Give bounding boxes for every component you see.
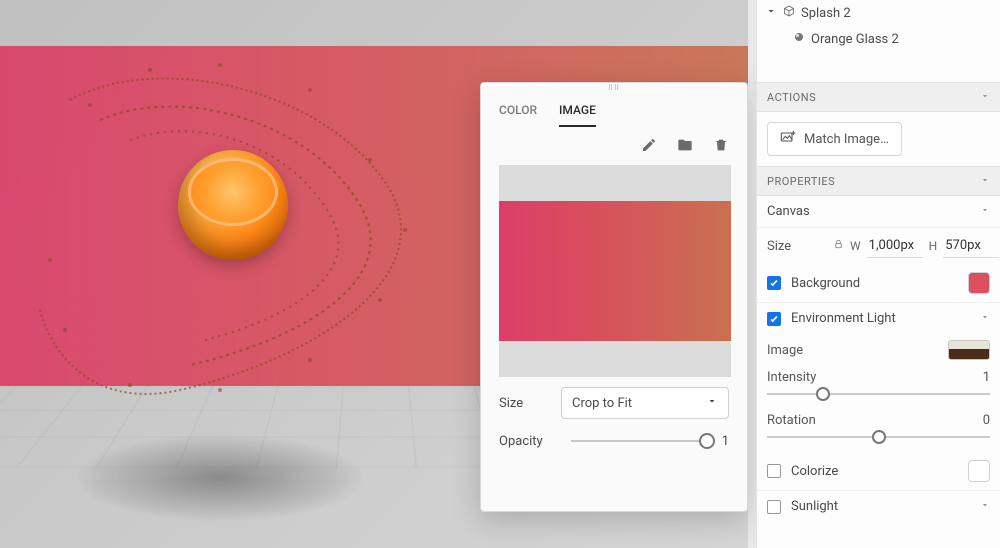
background-image-popover: ⠿⠿ COLOR IMAGE Size Crop to Fit Opacity	[480, 82, 748, 512]
rotation-slider-thumb[interactable]	[872, 430, 886, 444]
properties-section-header[interactable]: PROPERTIES	[757, 166, 1000, 196]
env-light-checkbox[interactable]	[767, 312, 781, 326]
lock-icon[interactable]	[833, 238, 844, 254]
section-title: ACTIONS	[767, 91, 816, 104]
popover-size-label: Size	[499, 396, 561, 411]
canvas-section-title[interactable]: Canvas	[757, 196, 1000, 228]
colorize-checkbox[interactable]	[767, 464, 781, 478]
intensity-label: Intensity	[767, 370, 816, 385]
size-select-value: Crop to Fit	[572, 396, 632, 411]
sunlight-checkbox[interactable]	[767, 500, 781, 514]
tree-item-label: Splash 2	[801, 6, 851, 21]
chevron-down-icon	[980, 311, 990, 326]
rotation-label: Rotation	[767, 413, 816, 428]
rotation-value: 0	[983, 413, 990, 428]
section-title: PROPERTIES	[767, 175, 835, 188]
edit-icon[interactable]	[641, 137, 657, 157]
opacity-slider[interactable]	[571, 431, 707, 451]
tree-item-label: Orange Glass 2	[811, 32, 899, 47]
chevron-down-icon	[980, 204, 990, 219]
size-select[interactable]: Crop to Fit	[561, 387, 729, 419]
intensity-slider[interactable]	[757, 385, 1000, 409]
opacity-value: 1	[717, 434, 729, 449]
intensity-slider-thumb[interactable]	[816, 387, 830, 401]
env-light-label: Environment Light	[791, 311, 896, 326]
intensity-value: 1	[983, 370, 990, 385]
opacity-slider-thumb[interactable]	[699, 433, 715, 449]
match-image-icon	[780, 130, 796, 148]
match-image-button[interactable]: Match Image…	[767, 122, 902, 156]
background-checkbox[interactable]	[767, 276, 781, 290]
chevron-down-icon	[980, 91, 990, 104]
env-image-thumbnail[interactable]	[948, 340, 990, 360]
popover-drag-handle[interactable]: ⠿⠿	[481, 83, 747, 93]
env-image-label: Image	[767, 343, 827, 358]
image-preview-swatch	[499, 201, 731, 341]
object-3d-icon	[783, 5, 795, 21]
background-label: Background	[791, 276, 860, 291]
colorize-label: Colorize	[791, 464, 838, 479]
tab-image[interactable]: IMAGE	[559, 103, 596, 127]
chevron-down-icon	[980, 175, 990, 188]
chevron-down-icon	[765, 5, 777, 21]
size-label: Size	[767, 239, 827, 254]
object-shadow	[40, 418, 400, 538]
sunlight-label: Sunlight	[791, 499, 838, 514]
match-image-label: Match Image…	[804, 132, 889, 147]
right-panel: Splash 2 Orange Glass 2 ACTIONS Match Im…	[756, 0, 1000, 548]
rotation-slider[interactable]	[757, 428, 1000, 452]
height-prefix: H	[929, 239, 938, 253]
colorize-color-swatch[interactable]	[968, 460, 990, 482]
tab-color[interactable]: COLOR	[499, 103, 537, 127]
folder-icon[interactable]	[677, 137, 693, 157]
trash-icon[interactable]	[713, 137, 729, 157]
height-input[interactable]	[943, 234, 999, 258]
width-input[interactable]	[867, 234, 923, 258]
actions-section-header[interactable]: ACTIONS	[757, 82, 1000, 112]
chevron-down-icon	[706, 395, 718, 411]
orange-object[interactable]	[178, 150, 288, 260]
material-icon	[793, 31, 805, 47]
opacity-label: Opacity	[499, 434, 561, 449]
width-prefix: W	[850, 239, 861, 253]
chevron-down-icon	[980, 499, 990, 514]
canvas-title-text: Canvas	[767, 204, 810, 219]
image-preview	[499, 165, 731, 377]
scene-tree-item-child[interactable]: Orange Glass 2	[757, 26, 1000, 52]
scene-tree-item-parent[interactable]: Splash 2	[757, 0, 1000, 26]
background-color-swatch[interactable]	[968, 272, 990, 294]
